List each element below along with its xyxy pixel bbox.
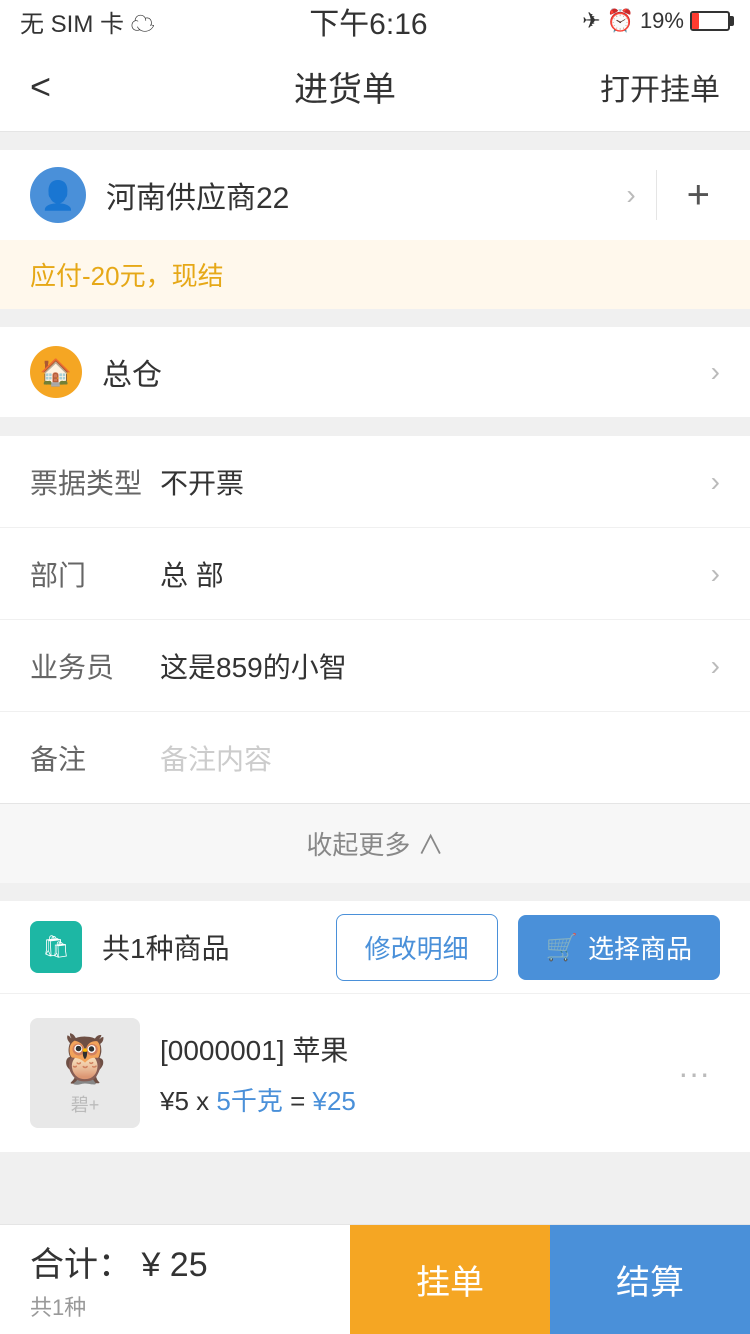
nav-bar: < 进货单 打开挂单 <box>0 42 750 132</box>
product-thumbnail: 🦉 碧+ <box>30 1018 140 1128</box>
supplier-name: 河南供应商22 <box>106 173 626 217</box>
total-amount: 合计： ¥ 25 <box>30 1237 320 1286</box>
note-row[interactable]: 备注 备注内容 <box>0 711 750 803</box>
total-section: 合计： ¥ 25 共1种 <box>0 1237 350 1322</box>
products-section: 🛍 共1种商品 修改明细 🛒 选择商品 🦉 碧+ [0000001] 苹果 ¥5… <box>0 901 750 1152</box>
total-value: ¥25 <box>313 1086 356 1116</box>
warehouse-chevron-icon: › <box>711 356 720 388</box>
page-title: 进货单 <box>294 62 396 111</box>
supplier-vertical-divider <box>656 170 657 220</box>
product-code: [0000001] <box>160 1035 285 1066</box>
price-value: ¥5 <box>160 1086 189 1116</box>
sales-value: 这是859的小智 <box>160 646 711 686</box>
dept-label: 部门 <box>30 554 160 594</box>
notice-row: 应付-20元，现结 <box>0 240 750 309</box>
sales-row[interactable]: 业务员 这是859的小智 › <box>0 619 750 711</box>
bottom-bar: 合计： ¥ 25 共1种 挂单 结算 <box>0 1224 750 1334</box>
select-product-button[interactable]: 🛒 选择商品 <box>518 915 720 980</box>
battery-icon <box>690 11 730 31</box>
add-button[interactable]: + <box>677 173 720 218</box>
divider-1 <box>0 132 750 150</box>
equals-sign: = <box>290 1086 312 1116</box>
back-button[interactable]: < <box>30 66 90 108</box>
dept-row[interactable]: 部门 总 部 › <box>0 527 750 619</box>
price-x: x <box>196 1086 216 1116</box>
divider-4 <box>0 883 750 901</box>
status-bar: 无 SIM 卡 ☁ 下午6:16 ✈ ⏰ 19% <box>0 0 750 42</box>
status-right: ✈ ⏰ 19% <box>582 8 730 34</box>
cart-icon: 🛍 <box>42 934 70 960</box>
invoice-row[interactable]: 票据类型 不开票 › <box>0 435 750 527</box>
invoice-label: 票据类型 <box>30 462 160 502</box>
divider-3 <box>0 417 750 435</box>
owl-logo-icon: 🦉 <box>55 1030 115 1087</box>
total-count: 共1种 <box>30 1290 320 1322</box>
hang-button[interactable]: 挂单 <box>350 1225 550 1334</box>
alarm-icon: ⏰ <box>607 8 634 34</box>
total-value: ¥ 25 <box>141 1246 207 1284</box>
note-input[interactable]: 备注内容 <box>160 738 720 778</box>
invoice-value: 不开票 <box>160 462 711 502</box>
supplier-row[interactable]: 👤 河南供应商22 › + <box>0 150 750 240</box>
products-icon: 🛍 <box>30 921 82 973</box>
divider-2 <box>0 309 750 327</box>
chevron-right-icon: › <box>626 179 635 211</box>
owl-logo-text: 碧+ <box>71 1091 100 1117</box>
checkout-button[interactable]: 结算 <box>550 1225 750 1334</box>
product-info: [0000001] 苹果 ¥5 x 5千克 = ¥25 <box>160 1029 648 1118</box>
qty-value: 5千克 <box>216 1086 282 1116</box>
sales-label: 业务员 <box>30 646 160 686</box>
location-icon: ✈ <box>582 8 600 34</box>
warehouse-icon: 🏠 <box>30 346 82 398</box>
status-time: 下午6:16 <box>309 0 427 43</box>
form-section: 票据类型 不开票 › 部门 总 部 › 业务员 这是859的小智 › 备注 备注… <box>0 435 750 803</box>
select-product-label: 选择商品 <box>588 929 692 966</box>
product-item: 🦉 碧+ [0000001] 苹果 ¥5 x 5千克 = ¥25 ··· <box>0 993 750 1152</box>
avatar-icon: 👤 <box>41 179 76 212</box>
sim-status: 无 SIM 卡 ☁ <box>20 4 155 39</box>
open-hang-button[interactable]: 打开挂单 <box>600 65 720 109</box>
battery-percent: 19% <box>640 8 684 34</box>
status-left: 无 SIM 卡 ☁ <box>20 4 155 39</box>
invoice-chevron-icon: › <box>711 466 720 498</box>
edit-detail-button[interactable]: 修改明细 <box>336 914 498 981</box>
products-count: 共1种商品 <box>102 927 316 967</box>
dept-chevron-icon: › <box>711 558 720 590</box>
product-price: ¥5 x 5千克 = ¥25 <box>160 1081 648 1118</box>
supplier-section: 👤 河南供应商22 › + 应付-20元，现结 <box>0 150 750 309</box>
note-label: 备注 <box>30 738 160 778</box>
warehouse-name: 总仓 <box>102 350 711 394</box>
dept-value: 总 部 <box>160 554 711 594</box>
warehouse-section: 🏠 总仓 › <box>0 327 750 417</box>
collapse-button[interactable]: 收起更多 ∧ <box>0 803 750 883</box>
product-more-button[interactable]: ··· <box>668 1045 720 1102</box>
select-cart-icon: 🛒 <box>546 932 578 963</box>
total-label: 合计： <box>30 1246 132 1284</box>
products-header: 🛍 共1种商品 修改明细 🛒 选择商品 <box>0 901 750 993</box>
product-title: 苹果 <box>292 1035 348 1066</box>
product-name: [0000001] 苹果 <box>160 1029 648 1069</box>
sales-chevron-icon: › <box>711 650 720 682</box>
supplier-avatar: 👤 <box>30 167 86 223</box>
warehouse-row[interactable]: 🏠 总仓 › <box>0 327 750 417</box>
